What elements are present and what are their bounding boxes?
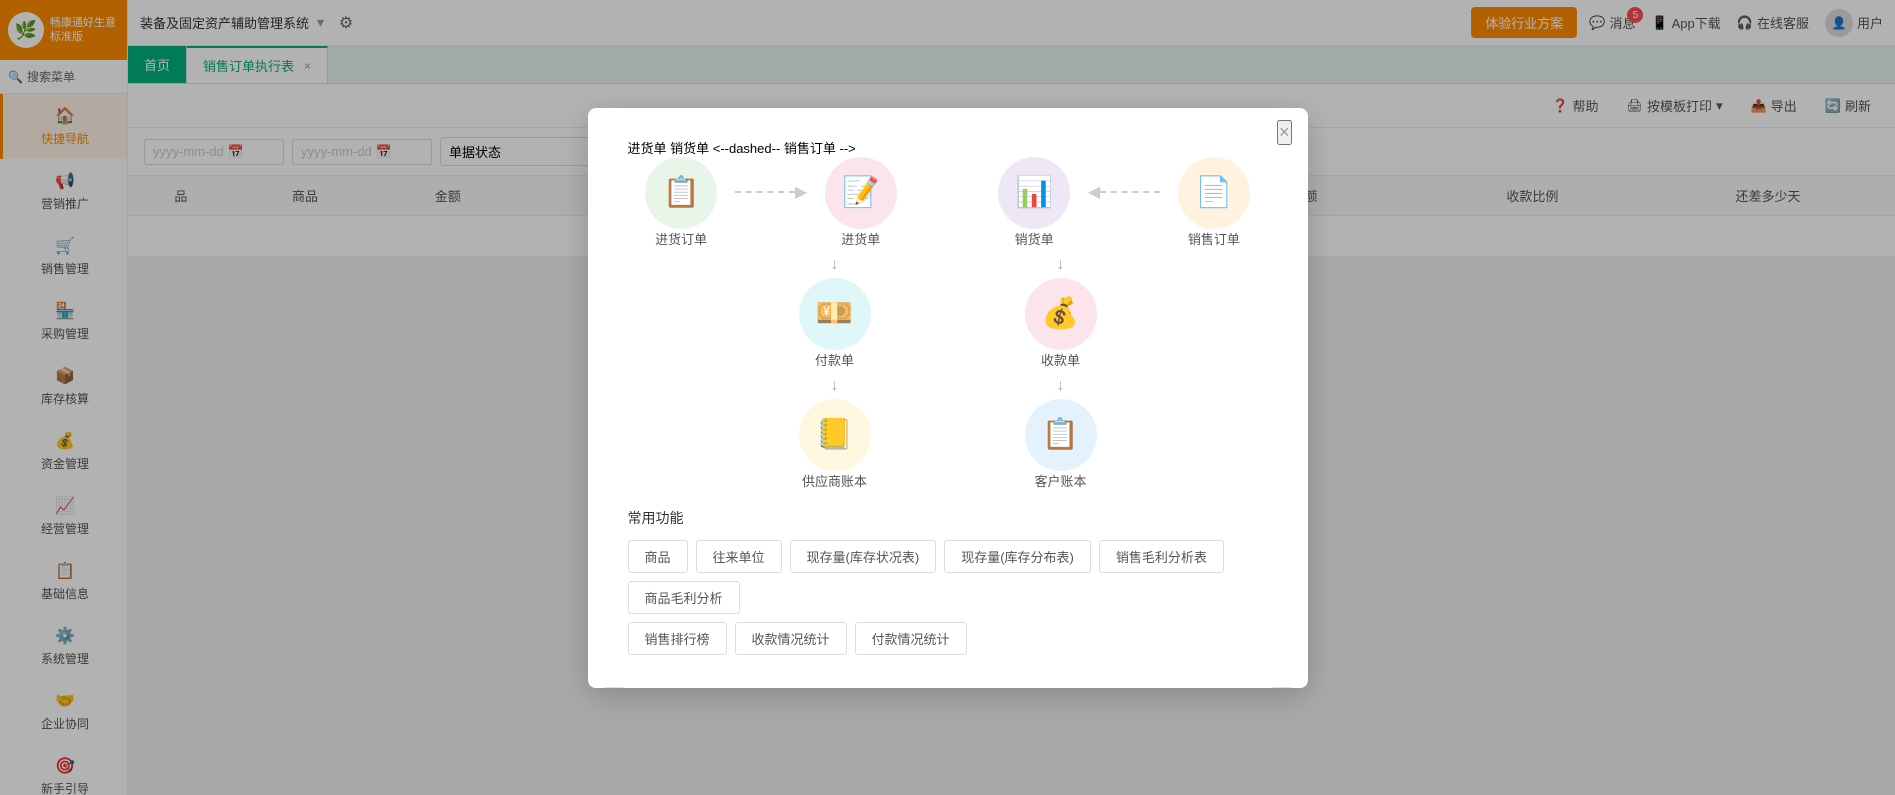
flow-section: 进货单 销货单 <--dashed-- 销售订单 --> 📋 进货订单 ▶ bbox=[588, 108, 1308, 508]
customer-ledger-icon: 📋 bbox=[1025, 399, 1097, 471]
scroll-left-btn[interactable]: ◀ bbox=[604, 687, 624, 688]
flow-item-supplier-ledger: ↓ 📒 供应商账本 bbox=[770, 377, 900, 490]
flow-item-purchase-bill: 📝 进货单 bbox=[807, 157, 914, 248]
btn-receipt-stats[interactable]: 收款情况统计 bbox=[735, 622, 847, 655]
flow-item-payment: ↓ 💴 付款单 bbox=[770, 256, 900, 369]
sales-order-icon: 📄 bbox=[1178, 157, 1250, 229]
btn-payment-stats[interactable]: 付款情况统计 bbox=[855, 622, 967, 655]
popup: × 进货单 销货单 <--dashed-- 销售订单 --> 📋 进货订单 ▶ bbox=[588, 108, 1308, 688]
receipt-icon: 💰 bbox=[1025, 278, 1097, 350]
flow-item-purchase-order: 📋 进货订单 bbox=[628, 157, 735, 248]
btn-partner[interactable]: 往来单位 bbox=[696, 540, 782, 573]
scroll-right-btn[interactable]: ▶ bbox=[1272, 687, 1292, 688]
btn-stock-status[interactable]: 现存量(库存状况表) bbox=[790, 540, 937, 573]
purchase-bill-label: 进货单 bbox=[841, 229, 880, 248]
flow-item-receipt: ↓ 💰 收款单 bbox=[996, 256, 1126, 369]
sales-bill-icon: 📊 bbox=[998, 157, 1070, 229]
flow-item-sales-order: 📄 销售订单 bbox=[1160, 157, 1267, 248]
btn-product-profit[interactable]: 商品毛利分析 bbox=[628, 581, 740, 614]
common-section: 常用功能 商品 往来单位 现存量(库存状况表) 现存量(库存分布表) 销售毛利分… bbox=[588, 508, 1308, 683]
customer-ledger-label: 客户账本 bbox=[1034, 471, 1086, 490]
popup-overlay[interactable]: × 进货单 销货单 <--dashed-- 销售订单 --> 📋 进货订单 ▶ bbox=[0, 0, 1895, 795]
sales-bill-label: 销货单 bbox=[1015, 229, 1054, 248]
common-title: 常用功能 bbox=[628, 508, 1268, 528]
payment-label: 付款单 bbox=[815, 350, 854, 369]
btn-sales-rank[interactable]: 销售排行榜 bbox=[628, 622, 727, 655]
popup-close-button[interactable]: × bbox=[1277, 120, 1292, 145]
arrow-sales-order-to-sales-bill: ◀ bbox=[1088, 182, 1160, 202]
common-btns-row1: 商品 往来单位 现存量(库存状况表) 现存量(库存分布表) 销售毛利分析表 商品… bbox=[628, 540, 1268, 614]
supplier-ledger-label: 供应商账本 bbox=[802, 471, 867, 490]
receipt-label: 收款单 bbox=[1041, 350, 1080, 369]
supplier-ledger-icon: 📒 bbox=[799, 399, 871, 471]
btn-sales-profit[interactable]: 销售毛利分析表 bbox=[1099, 540, 1224, 573]
purchase-bill-icon: 📝 bbox=[825, 157, 897, 229]
arrow-purchase-to-purchase-order: ▶ bbox=[735, 182, 807, 202]
purchase-order-label: 进货订单 bbox=[655, 229, 707, 248]
btn-product[interactable]: 商品 bbox=[628, 540, 688, 573]
payment-icon: 💴 bbox=[799, 278, 871, 350]
btn-stock-dist[interactable]: 现存量(库存分布表) bbox=[944, 540, 1091, 573]
sales-order-label: 销售订单 bbox=[1188, 229, 1240, 248]
popup-scrollbar-row: ◀ ▶ bbox=[588, 683, 1308, 688]
common-btns-row2: 销售排行榜 收款情况统计 付款情况统计 bbox=[628, 622, 1268, 655]
flow-item-customer-ledger: ↓ 📋 客户账本 bbox=[996, 377, 1126, 490]
purchase-order-icon: 📋 bbox=[645, 157, 717, 229]
flow-item-sales-bill: 📊 销货单 bbox=[981, 157, 1088, 248]
